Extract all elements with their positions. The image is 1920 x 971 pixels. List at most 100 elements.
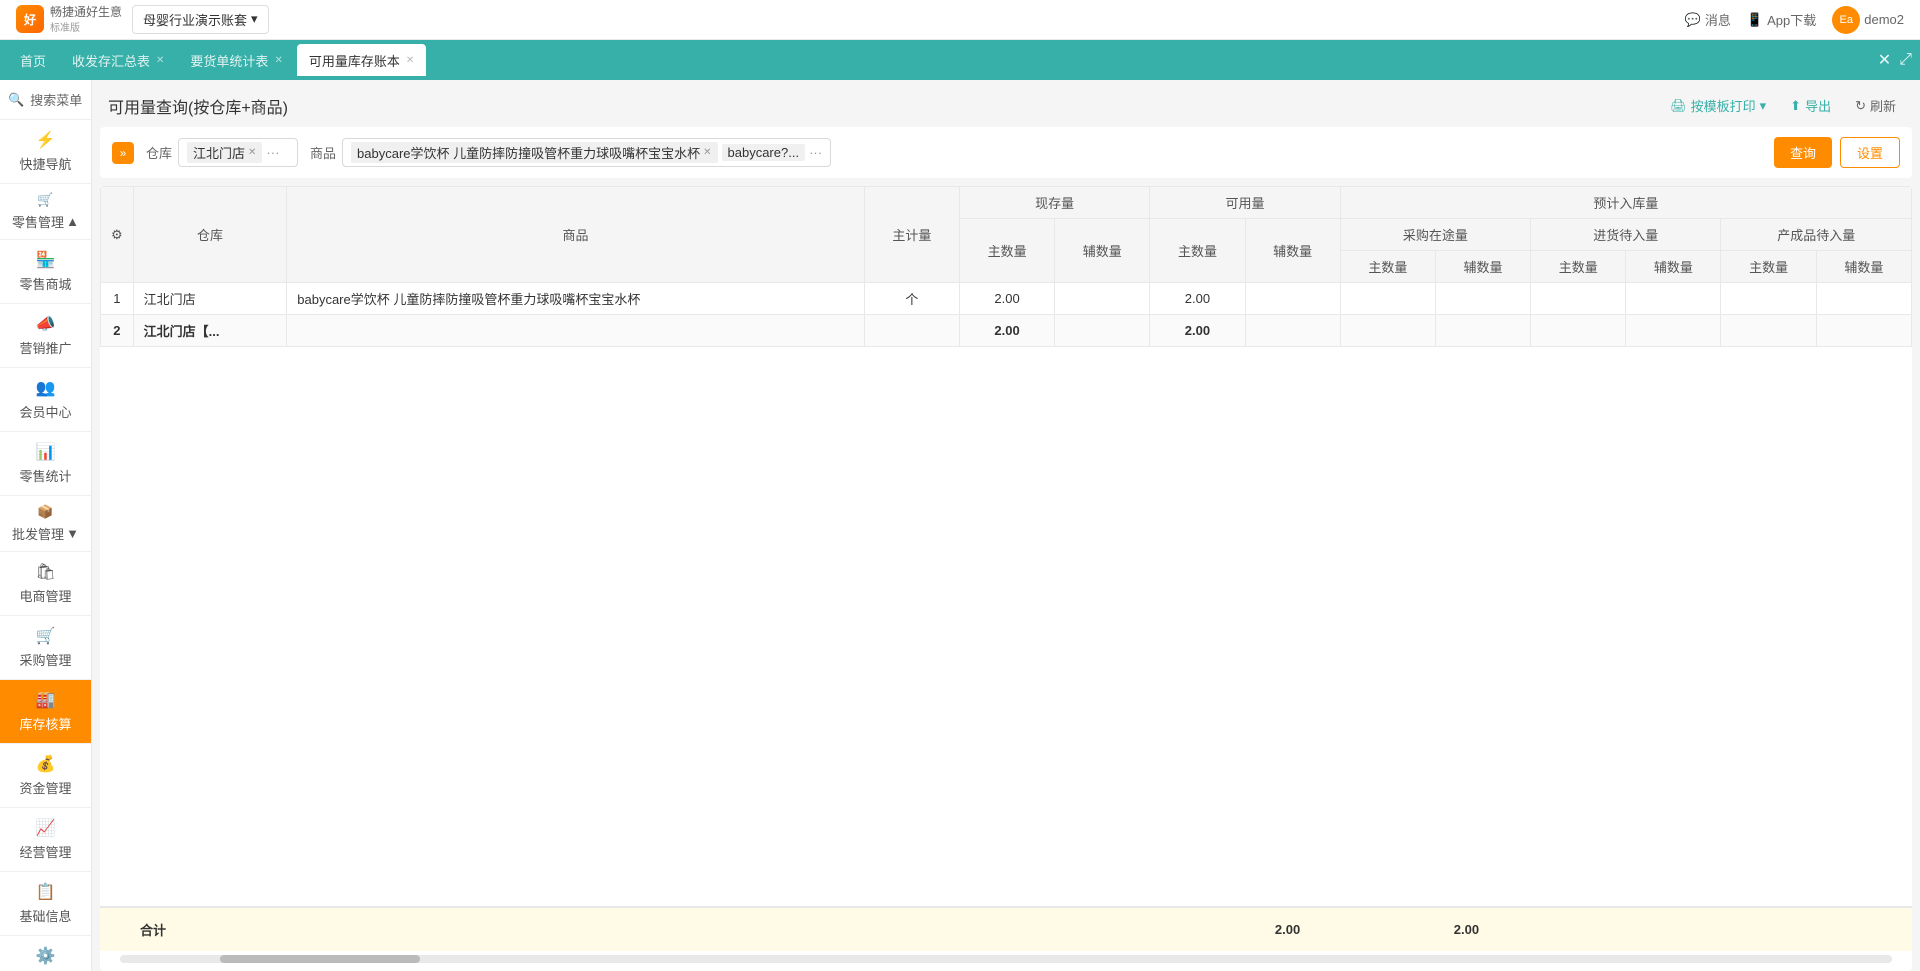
sidebar-item-quick-nav[interactable]: ⚡ 快捷导航 xyxy=(0,120,91,184)
scroll-thumb[interactable] xyxy=(220,955,420,963)
tab-home-label: 首页 xyxy=(20,51,46,70)
sidebar-item-finance[interactable]: 💰 资金管理 xyxy=(0,744,91,808)
settings-gear-icon[interactable]: ⚙ xyxy=(111,227,123,242)
sidebar: 🔍 搜索菜单 ⚡ 快捷导航 🛒 零售管理 ▲ 🏪 零售商城 📣 营销推广 👥 会… xyxy=(0,80,92,971)
page-title: 可用量查询(按仓库+商品) xyxy=(108,94,288,118)
sidebar-item-system[interactable]: ⚙️ 系统管理 xyxy=(0,936,91,971)
tab-available-ledger-label: 可用量库存账本 xyxy=(309,51,400,70)
cell-purchase-main-2 xyxy=(1340,315,1435,347)
cell-stock-aux-1 xyxy=(1055,283,1150,315)
retail-mall-icon: 🏪 xyxy=(36,250,56,270)
warehouse-filter-dots[interactable]: ··· xyxy=(266,145,279,160)
sidebar-item-basic[interactable]: 📋 基础信息 xyxy=(0,872,91,936)
sidebar-item-wholesale[interactable]: 📦 批发管理 ▼ xyxy=(0,496,91,552)
sidebar-finance-label: 资金管理 xyxy=(19,778,71,797)
cell-inbound-aux-1 xyxy=(1626,283,1721,315)
warehouse-filter-value[interactable]: 江北门店 ✕ ··· xyxy=(178,138,298,167)
cell-warehouse-1: 江北门店 xyxy=(133,283,287,315)
cell-warehouse-2: 江北门店【... xyxy=(133,315,287,347)
export-icon: ⬆ xyxy=(1790,98,1801,114)
tab-close-all-icon[interactable]: ✕ xyxy=(1878,50,1891,70)
sidebar-item-purchase[interactable]: 🛒 采购管理 xyxy=(0,616,91,680)
industry-selector[interactable]: 母婴行业演示账套 ▾ xyxy=(132,5,269,34)
footer-p3 xyxy=(1693,914,1748,945)
cell-avail-aux-2 xyxy=(1245,315,1340,347)
marketing-icon: 📣 xyxy=(36,314,56,334)
print-label: 按模板打印 xyxy=(1691,96,1756,115)
table-row: 1 江北门店 babycare学饮杯 儿童防摔防撞吸管杯重力球吸嘴杯宝宝水杯 个… xyxy=(101,283,1912,315)
refresh-btn[interactable]: ↻ 刷新 xyxy=(1847,92,1904,119)
sidebar-retail-mall-label: 零售商城 xyxy=(19,274,71,293)
cell-finished-aux-1 xyxy=(1816,283,1911,315)
tab-order-stats-close[interactable]: ✕ xyxy=(274,55,282,66)
tab-fullscreen-icon[interactable]: ⤢ xyxy=(1899,51,1912,69)
export-btn[interactable]: ⬆ 导出 xyxy=(1782,92,1839,119)
operations-icon: 📈 xyxy=(36,818,56,838)
footer-empty-2 xyxy=(349,914,1171,945)
product-tag1-close[interactable]: ✕ xyxy=(703,147,711,158)
user-label: demo2 xyxy=(1864,12,1904,27)
sidebar-basic-label: 基础信息 xyxy=(19,906,71,925)
purchase-icon: 🛒 xyxy=(36,626,56,646)
footer-empty-1 xyxy=(100,914,130,945)
product-filter-value[interactable]: babycare学饮杯 儿童防摔防撞吸管杯重力球吸嘴杯宝宝水杯 ✕ babyca… xyxy=(342,138,831,167)
footer-empty-3 xyxy=(1171,914,1226,945)
user-area[interactable]: Ea demo2 xyxy=(1832,6,1904,34)
product-filter-dots[interactable]: ··· xyxy=(809,145,822,160)
sidebar-item-member[interactable]: 👥 会员中心 xyxy=(0,368,91,432)
sidebar-search-btn[interactable]: 🔍 搜索菜单 xyxy=(0,80,91,120)
footer-p1 xyxy=(1583,914,1638,945)
sidebar-item-ecommerce[interactable]: 🛍 电商管理 xyxy=(0,552,91,616)
settings-btn[interactable]: 设置 xyxy=(1840,137,1900,168)
search-icon: 🔍 xyxy=(8,92,24,108)
footer-stock-main: 2.00 xyxy=(1226,914,1350,945)
tab-receive-summary-close[interactable]: ✕ xyxy=(156,55,164,66)
sidebar-member-label: 会员中心 xyxy=(19,402,71,421)
warehouse-tag-close[interactable]: ✕ xyxy=(248,147,256,158)
wholesale-label: 批发管理 xyxy=(12,524,64,543)
th-warehouse: 仓库 xyxy=(133,187,287,283)
th-available-main: 主数量 xyxy=(1150,219,1245,283)
sidebar-retail-stats-label: 零售统计 xyxy=(19,466,71,485)
cell-purchase-main-1 xyxy=(1340,283,1435,315)
tab-receive-summary[interactable]: 收发存汇总表 ✕ xyxy=(60,44,176,76)
footer-p5 xyxy=(1802,914,1857,945)
tab-order-stats[interactable]: 要货单统计表 ✕ xyxy=(178,44,294,76)
filter-actions: 查询 设置 xyxy=(1774,137,1900,168)
tab-available-ledger-close[interactable]: ✕ xyxy=(406,55,414,66)
table-row: 2 江北门店【... 2.00 2.00 xyxy=(101,315,1912,347)
product-filter-tag2: babycare?... xyxy=(722,144,806,161)
product-filter-label: 商品 xyxy=(310,143,336,162)
cell-stock-aux-2 xyxy=(1055,315,1150,347)
message-icon: 💬 xyxy=(1685,12,1701,28)
top-bar: 好 畅捷通好生意 标准版 母婴行业演示账套 ▾ 💬 消息 📱 App下载 Ea … xyxy=(0,0,1920,40)
sidebar-purchase-label: 采购管理 xyxy=(19,650,71,669)
footer-stock-aux xyxy=(1350,914,1405,945)
download-btn[interactable]: 📱 App下载 xyxy=(1747,10,1816,29)
filter-expand-btn[interactable]: » xyxy=(112,142,134,164)
sidebar-item-marketing[interactable]: 📣 营销推广 xyxy=(0,304,91,368)
scroll-track[interactable] xyxy=(120,955,1892,963)
sidebar-item-operations[interactable]: 📈 经营管理 xyxy=(0,808,91,872)
member-icon: 👥 xyxy=(36,378,56,398)
content-area: 可用量查询(按仓库+商品) 🖨 按模板打印 ▾ ⬆ 导出 ↻ 刷新 » xyxy=(92,80,1920,971)
footer-avail-aux xyxy=(1528,914,1583,945)
print-btn[interactable]: 🖨 按模板打印 ▾ xyxy=(1662,92,1774,119)
tab-available-ledger[interactable]: 可用量库存账本 ✕ xyxy=(297,44,426,76)
tab-home[interactable]: 首页 xyxy=(8,44,58,76)
sidebar-marketing-label: 营销推广 xyxy=(19,338,71,357)
sidebar-item-inventory[interactable]: 🏭 库存核算 xyxy=(0,680,91,744)
cell-finished-aux-2 xyxy=(1816,315,1911,347)
query-btn[interactable]: 查询 xyxy=(1774,137,1832,168)
refresh-icon: ↻ xyxy=(1855,98,1866,114)
message-btn[interactable]: 💬 消息 xyxy=(1685,10,1731,29)
retail-mgmt-arrow: ▲ xyxy=(66,214,79,229)
sidebar-item-retail-mall[interactable]: 🏪 零售商城 xyxy=(0,240,91,304)
scroll-bar-area xyxy=(108,951,1904,967)
table-wrapper[interactable]: ⚙ 仓库 商品 主计量 现存量 可用量 预计入库量 主数量 辅数量 xyxy=(100,186,1912,906)
sidebar-item-retail-mgmt[interactable]: 🛒 零售管理 ▲ xyxy=(0,184,91,240)
cell-avail-main-1: 2.00 xyxy=(1150,283,1245,315)
top-bar-left: 好 畅捷通好生意 标准版 母婴行业演示账套 ▾ xyxy=(16,5,269,34)
sidebar-item-retail-stats[interactable]: 📊 零售统计 xyxy=(0,432,91,496)
th-settings: ⚙ xyxy=(101,187,134,283)
